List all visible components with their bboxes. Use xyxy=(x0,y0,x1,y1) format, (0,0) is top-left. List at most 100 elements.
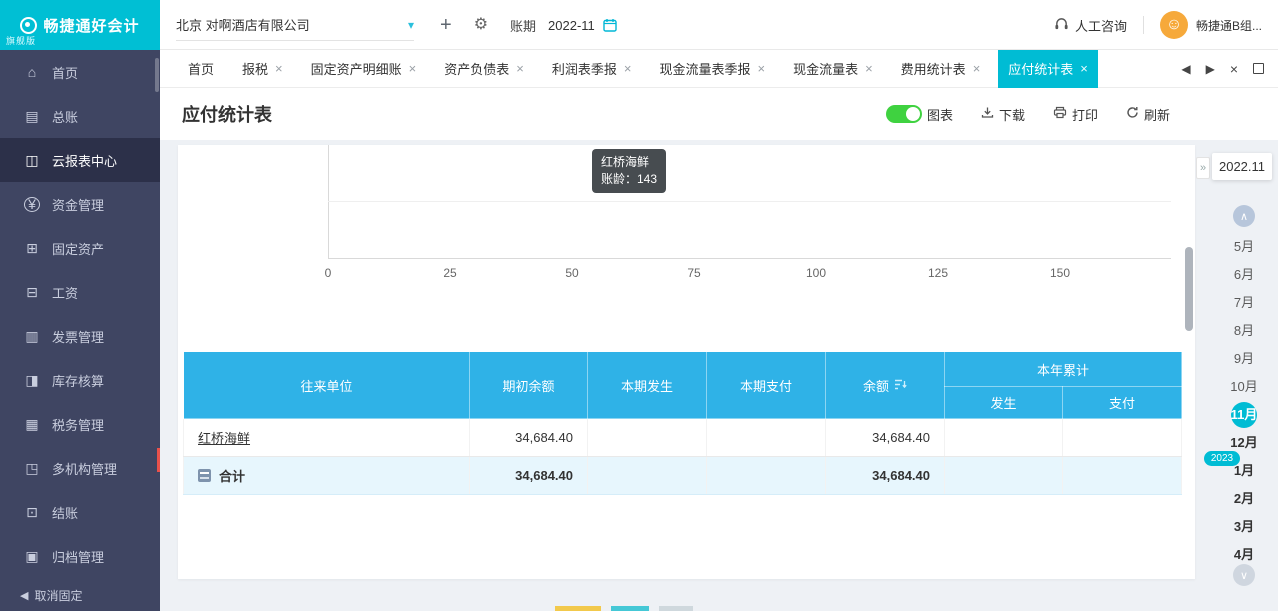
month-item-aug[interactable]: 8月 xyxy=(1210,317,1278,345)
col-header-current-paid[interactable]: 本期支付 xyxy=(706,351,826,419)
download-button[interactable]: 下载 xyxy=(981,105,1025,124)
tab-label: 现金流量表 xyxy=(793,62,859,77)
tab-expense-stats[interactable]: 费用统计表 × xyxy=(891,50,991,88)
collapse-panel-icon[interactable]: » xyxy=(1196,157,1210,179)
sidebar-item-salary[interactable]: ⊟ 工资 xyxy=(0,270,160,314)
sidebar-item-cloud-reports[interactable]: ◫ 云报表中心 xyxy=(0,138,160,182)
tab-cashflow[interactable]: 现金流量表 × xyxy=(783,50,883,88)
month-item-may[interactable]: 5月 xyxy=(1210,233,1278,261)
sidebar-scrollbar-thumb[interactable] xyxy=(155,58,159,92)
calendar-icon[interactable] xyxy=(603,18,617,32)
month-item-nov-active[interactable]: 11月 xyxy=(1210,401,1278,429)
sidebar-item-invoice[interactable]: ▥ 发票管理 xyxy=(0,314,160,358)
consult-link[interactable]: 人工咨询 xyxy=(1054,16,1127,35)
tab-label: 应付统计表 xyxy=(1008,62,1074,77)
unpin-icon: ◀ xyxy=(20,590,29,602)
avatar[interactable]: ☺ xyxy=(1159,11,1188,39)
sidebar-item-home[interactable]: ⌂ 首页 xyxy=(0,50,160,94)
close-icon[interactable]: × xyxy=(624,61,632,76)
col-header-current-incurred[interactable]: 本期发生 xyxy=(587,351,707,419)
app-logo[interactable]: 畅捷通好会计 旗舰版 xyxy=(0,0,160,50)
panel-scrollbar-thumb[interactable] xyxy=(1185,247,1193,331)
tab-tax-filing[interactable]: 报税 × xyxy=(232,50,293,88)
chart-toggle[interactable]: 图表 xyxy=(885,105,953,124)
toolbar: 图表 下载 打印 刷新 xyxy=(858,105,1256,124)
unit-link[interactable]: 红桥海鲜 xyxy=(198,431,250,446)
company-selector[interactable]: 北京 对啊酒店有限公司 ▾ xyxy=(176,9,414,41)
x-tick: 125 xyxy=(927,266,949,280)
period-value[interactable]: 2022-11 xyxy=(548,18,595,33)
refresh-label: 刷新 xyxy=(1143,107,1170,123)
user-name[interactable]: 畅捷通B组... xyxy=(1196,17,1262,34)
close-icon[interactable]: × xyxy=(409,61,417,76)
sidebar-item-archive[interactable]: ▣ 归档管理 xyxy=(0,534,160,578)
sidebar-item-general-ledger[interactable]: ▤ 总账 xyxy=(0,94,160,138)
add-button[interactable]: + xyxy=(440,15,452,35)
tab-income-quarterly[interactable]: 利润表季报 × xyxy=(542,50,642,88)
col-header-ytd-paid[interactable]: 支付 xyxy=(1061,386,1183,419)
close-icon[interactable]: × xyxy=(1080,61,1088,76)
month-item-feb[interactable]: 2月 xyxy=(1210,485,1278,513)
print-button[interactable]: 打印 xyxy=(1053,105,1098,124)
tab-cashflow-quarterly[interactable]: 现金流量表季报 × xyxy=(649,50,775,88)
sort-icon[interactable] xyxy=(894,378,907,393)
close-icon[interactable]: × xyxy=(865,61,873,76)
close-all-icon[interactable]: × xyxy=(1230,62,1238,76)
x-tick: 150 xyxy=(1049,266,1071,280)
tab-next-icon[interactable]: ▶ xyxy=(1206,63,1215,75)
unpin-button[interactable]: ◀ 取消固定 xyxy=(20,587,82,604)
month-item-mar[interactable]: 3月 xyxy=(1210,513,1278,541)
total-ytd-paid xyxy=(1062,456,1183,495)
scroll-up-icon[interactable]: ∧ xyxy=(1233,205,1255,227)
cloud-report-icon: ◫ xyxy=(25,151,39,168)
col-header-ytd-incurred[interactable]: 发生 xyxy=(944,386,1063,419)
sidebar-item-label: 固定资产 xyxy=(52,241,105,257)
tab-fixed-asset-detail[interactable]: 固定资产明细账 × xyxy=(301,50,427,88)
sidebar-item-multi-org[interactable]: ◳ 多机构管理 xyxy=(0,446,160,490)
tooltip-title: 红桥海鲜 xyxy=(601,155,650,169)
col-header-opening-balance[interactable]: 期初余额 xyxy=(469,351,588,419)
sidebar-item-closing[interactable]: ⊡ 结账 xyxy=(0,490,160,534)
refresh-button[interactable]: 刷新 xyxy=(1126,105,1170,124)
sidebar-item-label: 多机构管理 xyxy=(52,461,118,477)
month-item-apr[interactable]: 4月 xyxy=(1210,541,1278,569)
sidebar-item-label: 云报表中心 xyxy=(52,153,118,169)
month-item-jun[interactable]: 6月 xyxy=(1210,261,1278,289)
col-header-unit[interactable]: 往来单位 xyxy=(183,351,470,419)
tab-prev-icon[interactable]: ◀ xyxy=(1181,63,1190,75)
sidebar-item-funds[interactable]: ¥ 资金管理 xyxy=(0,182,160,226)
month-item-oct[interactable]: 10月 xyxy=(1210,373,1278,401)
month-item-jul[interactable]: 7月 xyxy=(1210,289,1278,317)
sidebar-item-label: 资金管理 xyxy=(52,197,105,213)
sidebar-item-label: 工资 xyxy=(52,285,79,301)
x-tick: 25 xyxy=(443,266,457,280)
fullscreen-icon[interactable] xyxy=(1253,63,1264,74)
tax-icon: ▦ xyxy=(25,415,39,432)
close-icon[interactable]: × xyxy=(973,61,981,76)
bottom-strip-block xyxy=(555,606,601,611)
tab-balance-sheet[interactable]: 资产负债表 × xyxy=(434,50,534,88)
tab-label: 资产负债表 xyxy=(444,62,510,77)
sidebar-item-label: 总账 xyxy=(52,109,79,125)
tab-home[interactable]: 首页 xyxy=(178,50,224,88)
unpin-label: 取消固定 xyxy=(34,589,83,603)
sidebar-item-tax[interactable]: ▦ 税务管理 xyxy=(0,402,160,446)
tab-payable-stats[interactable]: 应付统计表 × xyxy=(998,49,1098,88)
total-current-incurred xyxy=(587,456,707,495)
home-icon: ⌂ xyxy=(27,64,37,80)
sidebar-item-inventory[interactable]: ◨ 库存核算 xyxy=(0,358,160,402)
tab-label: 首页 xyxy=(188,62,215,77)
col-header-balance[interactable]: 余额 xyxy=(825,351,945,419)
x-tick: 0 xyxy=(324,266,332,280)
close-icon[interactable]: × xyxy=(757,61,765,76)
close-icon[interactable]: × xyxy=(275,61,283,76)
month-panel: » 2022.11 ∧ 5月 6月 7月 8月 9月 10月 11月 12月 1… xyxy=(1194,145,1278,611)
chart-y-axis xyxy=(328,145,329,259)
aging-chart: 红桥海鲜 账龄：143 0 25 50 75 100 125 150 xyxy=(178,145,1195,300)
close-icon[interactable]: × xyxy=(516,61,524,76)
sidebar-item-fixed-assets[interactable]: ⊞ 固定资产 xyxy=(0,226,160,270)
gear-icon[interactable]: ⚙ xyxy=(474,17,488,33)
current-period[interactable]: 2022.11 xyxy=(1212,153,1272,180)
toggle-on-icon[interactable] xyxy=(885,105,922,123)
month-item-sep[interactable]: 9月 xyxy=(1210,345,1278,373)
